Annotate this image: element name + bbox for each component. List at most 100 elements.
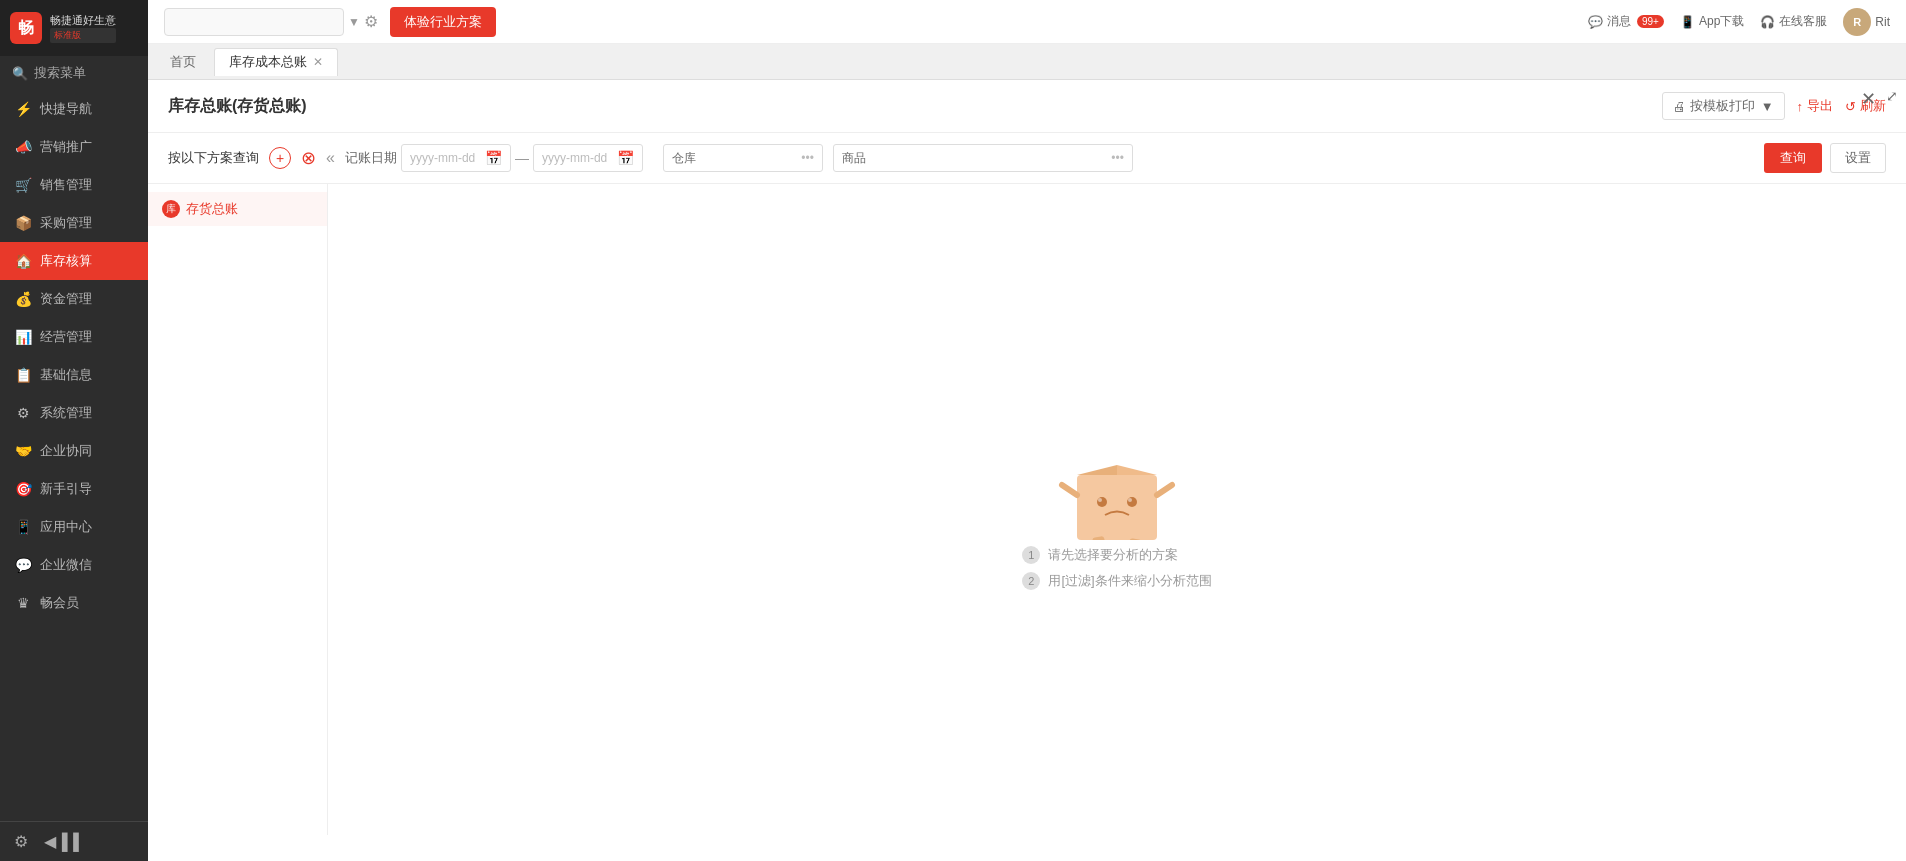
sidebar: 畅 畅捷通好生意 标准版 🔍 搜索菜单 ⚡ 快捷导航 📣 营销推广 🛒 销售管理… xyxy=(0,0,148,861)
cooperation-icon: 🤝 xyxy=(14,442,32,460)
svg-marker-2 xyxy=(1117,465,1157,475)
app-name: 畅捷通好生意 xyxy=(50,13,116,28)
topbar-chevron-icon[interactable]: ▼ xyxy=(348,15,360,29)
message-label: 消息 xyxy=(1607,13,1631,30)
finance-icon: 💰 xyxy=(14,290,32,308)
sidebar-item-inventory[interactable]: 🏠 库存核算 xyxy=(0,242,148,280)
sidebar-item-sales[interactable]: 🛒 销售管理 xyxy=(0,166,148,204)
filter-bar: 按以下方案查询 + ⊗ « 记账日期 yyyy-mm-dd 📅 — yyyy-m… xyxy=(148,133,1906,184)
sidebar-item-label: 资金管理 xyxy=(40,290,92,308)
svg-point-5 xyxy=(1098,498,1102,502)
sidebar-bottom: ⚙ ◀▐▐ xyxy=(0,821,148,861)
industry-btn[interactable]: 体验行业方案 xyxy=(390,7,496,37)
calendar-end-icon[interactable]: 📅 xyxy=(617,150,634,166)
sidebar-item-new-guide[interactable]: 🎯 新手引导 xyxy=(0,470,148,508)
sidebar-item-label: 企业微信 xyxy=(40,556,92,574)
scheme-item-inventory-ledger[interactable]: 库 存货总账 xyxy=(148,192,327,226)
svg-marker-1 xyxy=(1077,465,1117,475)
date-separator: — xyxy=(515,150,529,166)
print-label: 按模板打印 xyxy=(1690,97,1755,115)
svg-point-3 xyxy=(1097,497,1107,507)
system-icon: ⚙ xyxy=(14,404,32,422)
empty-svg xyxy=(1057,430,1177,540)
sidebar-nav: ⚡ 快捷导航 📣 营销推广 🛒 销售管理 📦 采购管理 🏠 库存核算 💰 资金管… xyxy=(0,90,148,821)
sidebar-item-operations[interactable]: 📊 经营管理 xyxy=(0,318,148,356)
sidebar-item-label: 系统管理 xyxy=(40,404,92,422)
empty-tip-2: 2 用[过滤]条件来缩小分析范围 xyxy=(1022,572,1211,590)
sidebar-item-system[interactable]: ⚙ 系统管理 xyxy=(0,394,148,432)
warehouse-more-icon[interactable]: ••• xyxy=(801,151,814,165)
query-button[interactable]: 查询 xyxy=(1764,143,1822,173)
warehouse-filter[interactable]: 仓库 ••• xyxy=(663,144,823,172)
logo-text-area: 畅捷通好生意 标准版 xyxy=(50,13,116,43)
filter-collapse-button[interactable]: « xyxy=(326,149,335,167)
settings-button[interactable]: 设置 xyxy=(1830,143,1886,173)
filter-add-button[interactable]: + xyxy=(269,147,291,169)
page-expand-button[interactable]: ⤢ xyxy=(1886,88,1898,104)
purchase-icon: 📦 xyxy=(14,214,32,232)
sidebar-item-finance[interactable]: 💰 资金管理 xyxy=(0,280,148,318)
tab-home[interactable]: 首页 xyxy=(156,48,210,76)
date-input-group: 记账日期 yyyy-mm-dd 📅 — yyyy-mm-dd 📅 xyxy=(345,144,643,172)
sidebar-item-label: 经营管理 xyxy=(40,328,92,346)
filter-label: 按以下方案查询 xyxy=(168,149,259,167)
search-menu-label: 搜索菜单 xyxy=(34,64,86,82)
warehouse-label: 仓库 xyxy=(672,150,696,167)
online-service-label: 在线客服 xyxy=(1779,13,1827,30)
sidebar-item-purchase[interactable]: 📦 采购管理 xyxy=(0,204,148,242)
page-header-actions: 🖨 按模板打印 ▼ ↑ 导出 ↺ 刷新 xyxy=(1662,92,1886,120)
export-label: 导出 xyxy=(1807,97,1833,115)
sidebar-item-marketing[interactable]: 📣 营销推广 xyxy=(0,128,148,166)
svg-point-4 xyxy=(1127,497,1137,507)
user-name: Rit xyxy=(1875,15,1890,29)
tip-num-2: 2 xyxy=(1022,572,1040,590)
sidebar-item-label: 畅会员 xyxy=(40,594,79,612)
sidebar-item-member[interactable]: ♛ 畅会员 xyxy=(0,584,148,622)
sidebar-item-quick-nav[interactable]: ⚡ 快捷导航 xyxy=(0,90,148,128)
calendar-start-icon[interactable]: 📅 xyxy=(485,150,502,166)
product-filter[interactable]: 商品 ••• xyxy=(833,144,1133,172)
tab-inventory-cost[interactable]: 库存成本总账 ✕ xyxy=(214,48,338,76)
app-download-icon: 📱 xyxy=(1680,15,1695,29)
tab-close-icon[interactable]: ✕ xyxy=(313,55,323,69)
topbar-search-input[interactable] xyxy=(164,8,344,36)
export-button[interactable]: ↑ 导出 xyxy=(1797,97,1834,115)
scheme-icon: 库 xyxy=(162,200,180,218)
sidebar-item-label: 企业协同 xyxy=(40,442,92,460)
user-item[interactable]: R Rit xyxy=(1843,8,1890,36)
sidebar-item-basic-info[interactable]: 📋 基础信息 xyxy=(0,356,148,394)
sidebar-item-enterprise-wx[interactable]: 💬 企业微信 xyxy=(0,546,148,584)
search-menu-item[interactable]: 🔍 搜索菜单 xyxy=(0,56,148,90)
print-button[interactable]: 🖨 按模板打印 ▼ xyxy=(1662,92,1785,120)
sidebar-item-label: 新手引导 xyxy=(40,480,92,498)
date-start-input[interactable]: yyyy-mm-dd 📅 xyxy=(401,144,511,172)
online-service-item[interactable]: 🎧 在线客服 xyxy=(1760,13,1827,30)
sidebar-item-label: 采购管理 xyxy=(40,214,92,232)
app-download-item[interactable]: 📱 App下载 xyxy=(1680,13,1744,30)
print-chevron-icon[interactable]: ▼ xyxy=(1761,99,1774,114)
sidebar-item-cooperation[interactable]: 🤝 企业协同 xyxy=(0,432,148,470)
avatar: R xyxy=(1843,8,1871,36)
logo-icon: 畅 xyxy=(10,12,42,44)
main-area: ▼ ⚙ 体验行业方案 💬 消息 99+ 📱 App下载 🎧 在线客服 R Rit xyxy=(148,0,1906,861)
page-close-button[interactable]: ✕ xyxy=(1861,88,1876,110)
app-download-label: App下载 xyxy=(1699,13,1744,30)
date-end-input[interactable]: yyyy-mm-dd 📅 xyxy=(533,144,643,172)
topbar-gear-icon[interactable]: ⚙ xyxy=(364,12,378,31)
date-label: 记账日期 xyxy=(345,149,397,167)
search-icon: 🔍 xyxy=(12,66,28,81)
audio-bottom-icon[interactable]: ◀▐▐ xyxy=(44,832,79,851)
sidebar-item-app-center[interactable]: 📱 应用中心 xyxy=(0,508,148,546)
sidebar-item-label: 应用中心 xyxy=(40,518,92,536)
message-item[interactable]: 💬 消息 99+ xyxy=(1588,13,1664,30)
settings-bottom-icon[interactable]: ⚙ xyxy=(14,832,28,851)
inventory-icon: 🏠 xyxy=(14,252,32,270)
tabs-bar: 首页 库存成本总账 ✕ xyxy=(148,44,1906,80)
empty-tips: 1 请先选择要分析的方案 2 用[过滤]条件来缩小分析范围 xyxy=(1022,546,1211,590)
operations-icon: 📊 xyxy=(14,328,32,346)
tab-inventory-cost-label: 库存成本总账 xyxy=(229,53,307,71)
product-more-icon[interactable]: ••• xyxy=(1111,151,1124,165)
filter-clear-button[interactable]: ⊗ xyxy=(301,147,316,169)
page-title: 库存总账(存货总账) xyxy=(168,96,307,117)
topbar-search-area: ▼ ⚙ 体验行业方案 xyxy=(164,7,1580,37)
